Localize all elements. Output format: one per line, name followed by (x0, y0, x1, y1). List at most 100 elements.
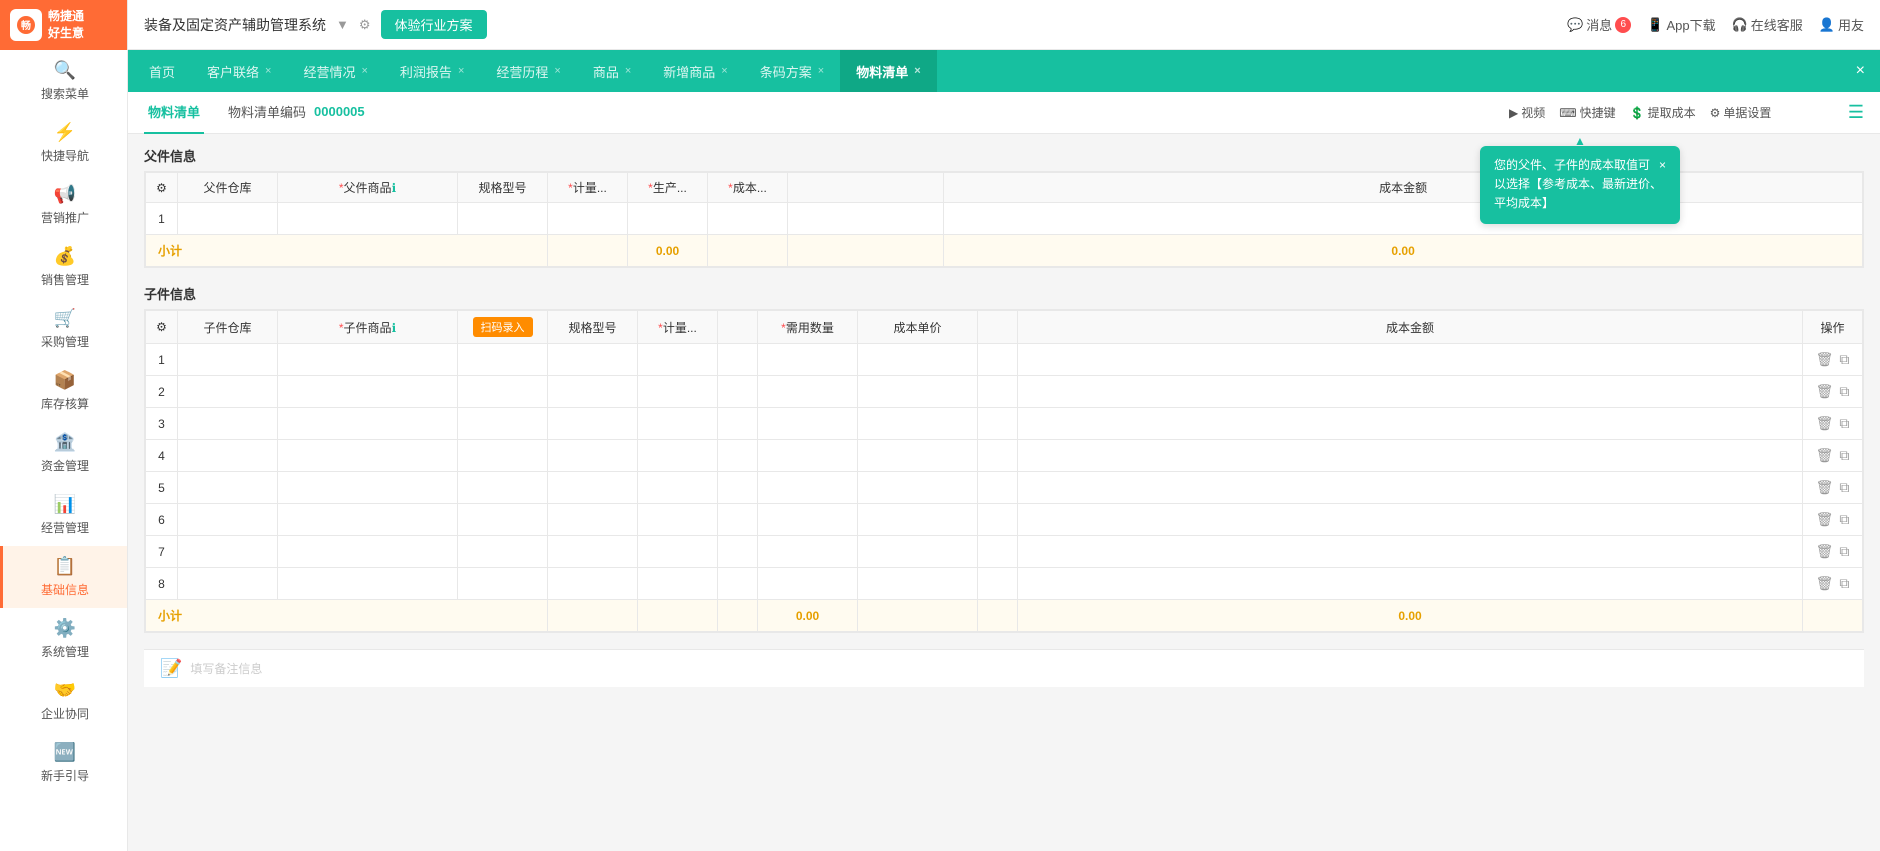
tab-customers[interactable]: 客户联络 × (191, 50, 287, 92)
child-row-2-warehouse[interactable] (178, 376, 278, 408)
footer-placeholder[interactable]: 填写备注信息 (190, 660, 262, 677)
child-row-3-spec[interactable] (548, 408, 638, 440)
child-row-8-qty[interactable] (758, 568, 858, 600)
child-row-3-unit-price[interactable] (858, 408, 978, 440)
delete-row-5-icon[interactable]: 🗑 (1816, 479, 1834, 496)
child-row-5-goods[interactable] (278, 472, 458, 504)
child-row-3-qty[interactable] (758, 408, 858, 440)
prev-record-icon[interactable]: ◀ (1785, 106, 1802, 120)
online-service-button[interactable]: 🎧 在线客服 (1732, 15, 1803, 34)
close-profit-icon[interactable]: × (458, 65, 464, 77)
list-view-icon[interactable]: ☰ (1848, 102, 1864, 123)
child-row-1-unit[interactable] (638, 344, 718, 376)
close-all-tabs-icon[interactable]: × (1846, 62, 1875, 80)
sidebar-item-purchase[interactable]: 🛒 采购管理 (0, 298, 127, 360)
close-customers-icon[interactable]: × (265, 65, 271, 77)
parent-col-settings[interactable]: ⚙ (146, 173, 178, 203)
parent-row-1-warehouse[interactable] (178, 203, 278, 235)
sidebar-item-inventory[interactable]: 📦 库存核算 (0, 360, 127, 422)
child-row-5-spec[interactable] (548, 472, 638, 504)
parent-row-1-prod[interactable] (628, 203, 708, 235)
sidebar-item-guide[interactable]: 🆕 新手引导 (0, 732, 127, 794)
child-row-2-unit-price[interactable] (858, 376, 978, 408)
shortcut-action[interactable]: ⌨ 快捷键 (1559, 104, 1615, 121)
copy-row-1-icon[interactable]: ⧉ (1839, 351, 1849, 368)
copy-row-5-icon[interactable]: ⧉ (1839, 479, 1849, 496)
child-row-4-warehouse[interactable] (178, 440, 278, 472)
child-row-3-unit[interactable] (638, 408, 718, 440)
trial-button[interactable]: 体验行业方案 (381, 10, 487, 39)
delete-row-4-icon[interactable]: 🗑 (1816, 447, 1834, 464)
child-row-4-unit-price[interactable] (858, 440, 978, 472)
child-row-5-warehouse[interactable] (178, 472, 278, 504)
sidebar-item-basic[interactable]: 📋 基础信息 (0, 546, 127, 608)
child-row-8-unit[interactable] (638, 568, 718, 600)
copy-row-6-icon[interactable]: ⧉ (1839, 511, 1849, 528)
delete-row-7-icon[interactable]: 🗑 (1816, 543, 1834, 560)
delete-row-1-icon[interactable]: 🗑 (1816, 351, 1834, 368)
child-row-4-unit[interactable] (638, 440, 718, 472)
close-new-goods-icon[interactable]: × (721, 65, 727, 77)
delete-row-6-icon[interactable]: 🗑 (1816, 511, 1834, 528)
parent-row-1-spec[interactable] (458, 203, 548, 235)
sidebar-item-finance[interactable]: 🏦 资金管理 (0, 422, 127, 484)
child-row-6-spec[interactable] (548, 504, 638, 536)
child-row-4-spec[interactable] (548, 440, 638, 472)
delete-row-8-icon[interactable]: 🗑 (1816, 575, 1834, 592)
sidebar-item-ops[interactable]: 📊 经营管理 (0, 484, 127, 546)
child-row-5-qty[interactable] (758, 472, 858, 504)
settings-icon[interactable]: ⚙ (359, 17, 371, 33)
view-action[interactable]: ▶ 视频 (1509, 104, 1545, 121)
child-row-3-warehouse[interactable] (178, 408, 278, 440)
sidebar-item-marketing[interactable]: 📢 营销推广 (0, 174, 127, 236)
child-row-6-goods[interactable] (278, 504, 458, 536)
tab-home[interactable]: 首页 (133, 50, 191, 92)
close-operations-icon[interactable]: × (361, 65, 367, 77)
child-row-2-spec[interactable] (548, 376, 638, 408)
sidebar-item-quick-nav[interactable]: ⚡ 快捷导航 (0, 112, 127, 174)
child-row-7-unit[interactable] (638, 536, 718, 568)
child-row-2-goods[interactable] (278, 376, 458, 408)
close-barcode-icon[interactable]: × (818, 65, 824, 77)
child-row-8-unit-price[interactable] (858, 568, 978, 600)
tab-history[interactable]: 经营历程 × (480, 50, 576, 92)
child-row-3-goods[interactable] (278, 408, 458, 440)
dropdown-arrow-icon[interactable]: ▼ (336, 17, 349, 32)
child-row-5-unit-price[interactable] (858, 472, 978, 504)
child-row-1-unit-price[interactable] (858, 344, 978, 376)
child-row-2-unit[interactable] (638, 376, 718, 408)
copy-row-2-icon[interactable]: ⧉ (1839, 383, 1849, 400)
child-col-settings[interactable]: ⚙ (146, 311, 178, 344)
tab-profit[interactable]: 利润报告 × (384, 50, 480, 92)
sidebar-item-collab[interactable]: 🤝 企业协同 (0, 670, 127, 732)
delete-row-3-icon[interactable]: 🗑 (1816, 415, 1834, 432)
child-row-7-spec[interactable] (548, 536, 638, 568)
tab-bom[interactable]: 物料清单 × (840, 50, 936, 92)
delete-row-2-icon[interactable]: 🗑 (1816, 383, 1834, 400)
tab-barcode[interactable]: 条码方案 × (744, 50, 840, 92)
copy-row-3-icon[interactable]: ⧉ (1839, 415, 1849, 432)
sub-tab-bom-list[interactable]: 物料清单 (144, 92, 204, 134)
settings-action[interactable]: ⚙ 单据设置 (1710, 104, 1772, 121)
child-row-4-qty[interactable] (758, 440, 858, 472)
child-row-1-goods[interactable] (278, 344, 458, 376)
child-row-4-goods[interactable] (278, 440, 458, 472)
child-row-6-unit-price[interactable] (858, 504, 978, 536)
cost-action[interactable]: 💲 提取成本 (1630, 104, 1696, 121)
child-row-8-spec[interactable] (548, 568, 638, 600)
close-bom-icon[interactable]: × (914, 65, 920, 77)
parent-row-1-unit[interactable] (548, 203, 628, 235)
sidebar-item-system[interactable]: ⚙️ 系统管理 (0, 608, 127, 670)
tab-operations[interactable]: 经营情况 × (287, 50, 383, 92)
close-history-icon[interactable]: × (554, 65, 560, 77)
message-button[interactable]: 💬 消息 6 (1567, 15, 1631, 34)
child-row-2-qty[interactable] (758, 376, 858, 408)
child-row-5-unit[interactable] (638, 472, 718, 504)
child-row-1-qty[interactable] (758, 344, 858, 376)
copy-row-7-icon[interactable]: ⧉ (1839, 543, 1849, 560)
sidebar-item-search[interactable]: 🔍 搜索菜单 (0, 50, 127, 112)
child-row-6-unit[interactable] (638, 504, 718, 536)
child-row-1-warehouse[interactable] (178, 344, 278, 376)
child-row-8-warehouse[interactable] (178, 568, 278, 600)
scan-input-button[interactable]: 扫码录入 (473, 317, 533, 337)
